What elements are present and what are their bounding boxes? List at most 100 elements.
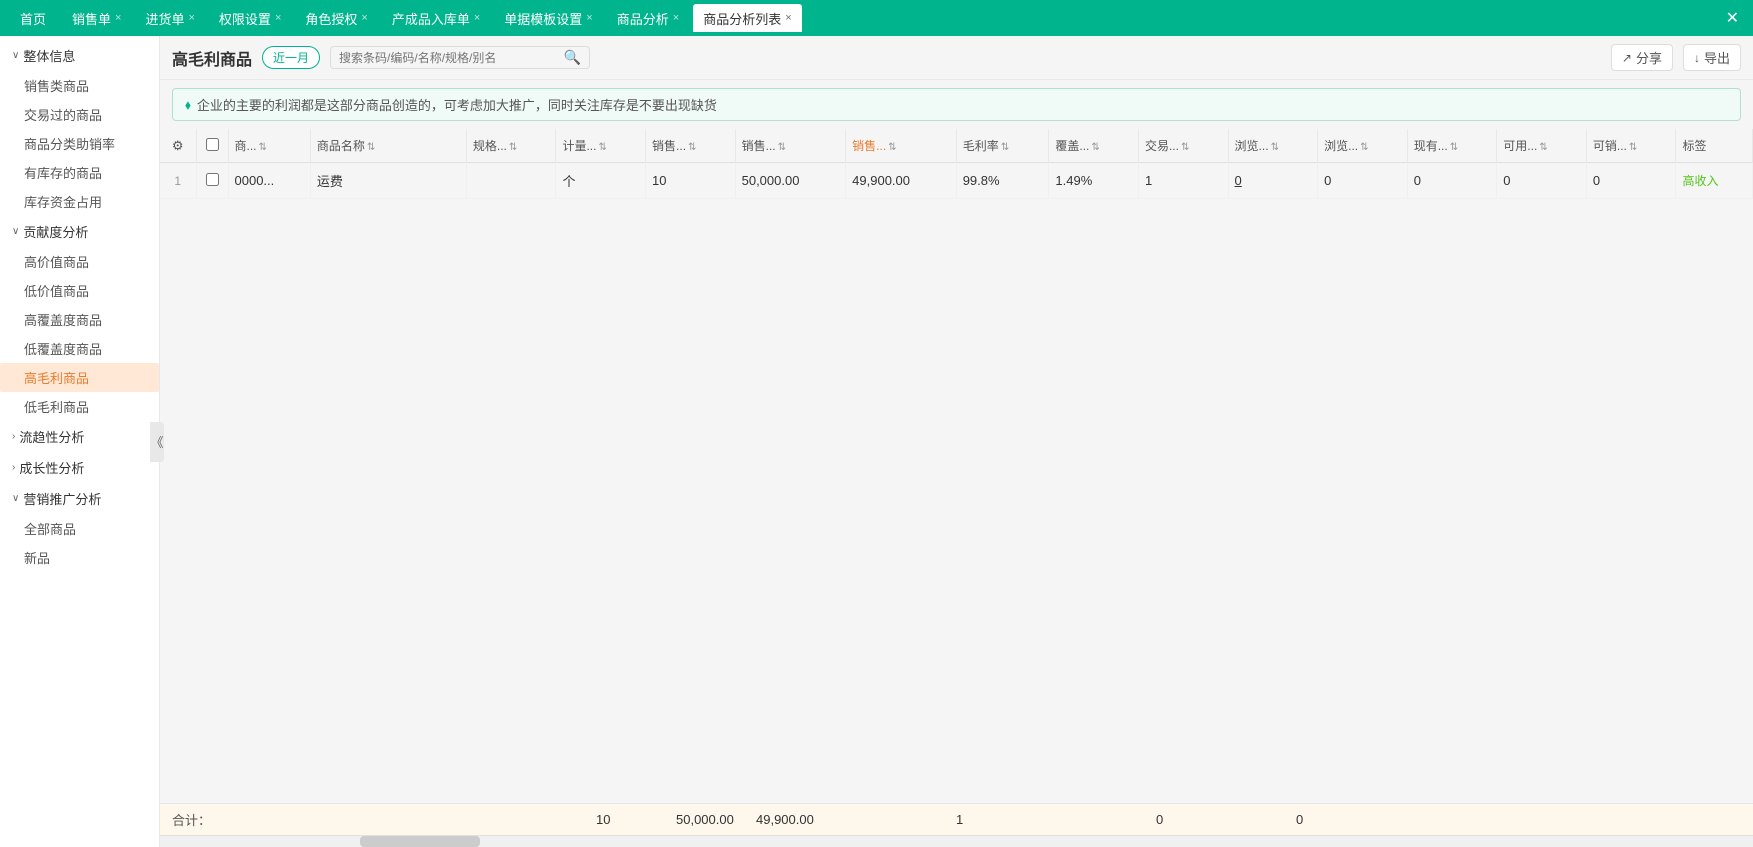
cell-unit: 个 [556,163,646,199]
nav-tab-sales[interactable]: 销售单 × [62,4,131,32]
col-available[interactable]: 可用...⇅ [1497,129,1587,163]
cell-spec [466,163,556,199]
cell-available: 0 [1497,163,1587,199]
close-tab-0[interactable]: × [115,12,121,24]
sidebar-item-category-rate[interactable]: 商品分类助销率 [0,129,159,158]
nav-tab-product-in[interactable]: 产成品入库单 × [382,4,490,32]
sidebar-item-in-stock[interactable]: 有库存的商品 [0,158,159,187]
share-icon: ↗ [1622,51,1632,65]
cell-code: 0000... [228,163,310,199]
cell-browse1[interactable]: 0 [1228,163,1318,199]
nav-home[interactable]: 首页 [8,4,58,32]
col-spec[interactable]: 规格...⇅ [466,129,556,163]
sidebar-item-high-margin[interactable]: 高毛利商品 [0,363,159,392]
nav-tab-purchase[interactable]: 进货单 × [135,4,204,32]
sidebar-group-contribution[interactable]: ∨ 贡献度分析 [0,216,159,247]
sidebar-item-new-goods[interactable]: 新品 [0,543,159,572]
summary-label: 合计： [172,810,252,829]
col-sellable[interactable]: 可销...⇅ [1586,129,1676,163]
row-checkbox[interactable] [206,173,219,186]
summary-transaction: 1 [950,812,1030,827]
cell-sales-cost: 49,900.00 [846,163,957,199]
nav-tab-analysis[interactable]: 商品分析 × [607,4,689,32]
window-close-button[interactable]: ✕ [1720,8,1745,28]
sidebar-item-sales-goods[interactable]: 销售类商品 [0,71,159,100]
arrow-trend: › [12,431,15,442]
arrow-overall: ∨ [12,50,19,61]
close-tab-1[interactable]: × [188,12,194,24]
col-sales-qty[interactable]: 销售...⇅ [646,129,736,163]
sidebar-group-trend[interactable]: › 流趋性分析 [0,421,159,452]
top-nav: 首页 销售单 × 进货单 × 权限设置 × 角色授权 × 产成品入库单 × 单据… [0,0,1753,36]
export-icon: ↓ [1694,51,1700,65]
cell-transaction: 1 [1138,163,1228,199]
select-all-checkbox[interactable] [206,138,219,151]
sidebar-group-growth[interactable]: › 成长性分析 [0,452,159,483]
cell-name: 运费 [310,163,466,199]
search-input[interactable] [339,51,560,65]
info-banner: ⬧ 企业的主要的利润都是这部分商品创造的，可考虑加大推广，同时关注库存是不要出现… [172,88,1741,121]
col-name[interactable]: 商品名称⇅ [310,129,466,163]
arrow-growth: › [12,462,15,473]
share-button[interactable]: ↗ 分享 [1611,44,1673,71]
sidebar-item-low-value[interactable]: 低价值商品 [0,276,159,305]
cell-idx: 1 [160,163,196,199]
cell-tag: 高收入 [1676,163,1753,199]
table-container[interactable]: ⚙ 商...⇅ 商品名称⇅ 规格...⇅ 计量...⇅ 销售...⇅ 销售...… [160,129,1753,803]
sidebar-item-high-coverage[interactable]: 高覆盖度商品 [0,305,159,334]
cell-gross-rate: 99.8% [956,163,1049,199]
nav-tab-analysis-list[interactable]: 商品分析列表 × [693,4,801,32]
cell-sales-qty: 10 [646,163,736,199]
close-tab-3[interactable]: × [361,12,367,24]
col-transaction[interactable]: 交易...⇅ [1138,129,1228,163]
sidebar-item-low-coverage[interactable]: 低覆盖度商品 [0,334,159,363]
close-tab-4[interactable]: × [474,12,480,24]
close-tab-5[interactable]: × [586,12,592,24]
cell-sellable: 0 [1586,163,1676,199]
summary-bar: 合计： 10 50,000.00 49,900.00 1 0 0 [160,803,1753,835]
table-row: 1 0000... 运费 个 10 50,000.00 49,900.00 99… [160,163,1753,199]
col-browse1[interactable]: 浏览...⇅ [1228,129,1318,163]
page-title: 高毛利商品 [172,46,252,70]
arrow-marketing: ∨ [12,493,19,504]
col-sales-amount[interactable]: 销售...⇅ [735,129,846,163]
sidebar-item-all-goods[interactable]: 全部商品 [0,514,159,543]
nav-tab-role[interactable]: 角色授权 × [295,4,377,32]
sidebar-group-marketing[interactable]: ∨ 营销推广分析 [0,483,159,514]
summary-sales-qty: 10 [590,812,670,827]
col-sales-cost[interactable]: 销售...⇅ [846,129,957,163]
col-gross-rate[interactable]: 毛利率⇅ [956,129,1049,163]
settings-icon[interactable]: ⚙ [172,138,184,153]
period-button[interactable]: 近一月 [262,46,320,69]
sidebar-item-low-margin[interactable]: 低毛利商品 [0,392,159,421]
sidebar-group-overall[interactable]: ∨ 整体信息 [0,40,159,71]
sidebar: ∨ 整体信息 销售类商品 交易过的商品 商品分类助销率 有库存的商品 库存资金占… [0,36,160,847]
col-checkbox[interactable] [196,129,228,163]
sidebar-item-stock-capital[interactable]: 库存资金占用 [0,187,159,216]
nav-tab-permission[interactable]: 权限设置 × [209,4,291,32]
data-table: ⚙ 商...⇅ 商品名称⇅ 规格...⇅ 计量...⇅ 销售...⇅ 销售...… [160,129,1753,199]
cell-coverage: 1.49% [1049,163,1139,199]
close-tab-2[interactable]: × [275,12,281,24]
col-coverage[interactable]: 覆盖...⇅ [1049,129,1139,163]
close-tab-7[interactable]: × [785,12,791,24]
cell-sales-amount: 50,000.00 [735,163,846,199]
col-tag[interactable]: 标签 [1676,129,1753,163]
search-icon[interactable]: 🔍 [564,49,581,66]
col-current-stock[interactable]: 现有...⇅ [1407,129,1497,163]
sidebar-item-high-value[interactable]: 高价值商品 [0,247,159,276]
export-button[interactable]: ↓ 导出 [1683,44,1741,71]
nav-tab-template[interactable]: 单据模板设置 × [494,4,602,32]
close-tab-6[interactable]: × [673,12,679,24]
info-icon: ⬧ [185,97,191,113]
col-unit[interactable]: 计量...⇅ [556,129,646,163]
col-idx: ⚙ [160,129,196,163]
sidebar-item-traded[interactable]: 交易过的商品 [0,100,159,129]
col-browse2[interactable]: 浏览...⇅ [1318,129,1408,163]
content-header: 高毛利商品 近一月 🔍 ↗ 分享 ↓ 导出 [160,36,1753,80]
col-code[interactable]: 商...⇅ [228,129,310,163]
sidebar-collapse-button[interactable]: 《 [150,422,164,462]
arrow-contribution: ∨ [12,226,19,237]
cell-checkbox[interactable] [196,163,228,199]
horizontal-scrollbar[interactable] [160,835,1753,847]
